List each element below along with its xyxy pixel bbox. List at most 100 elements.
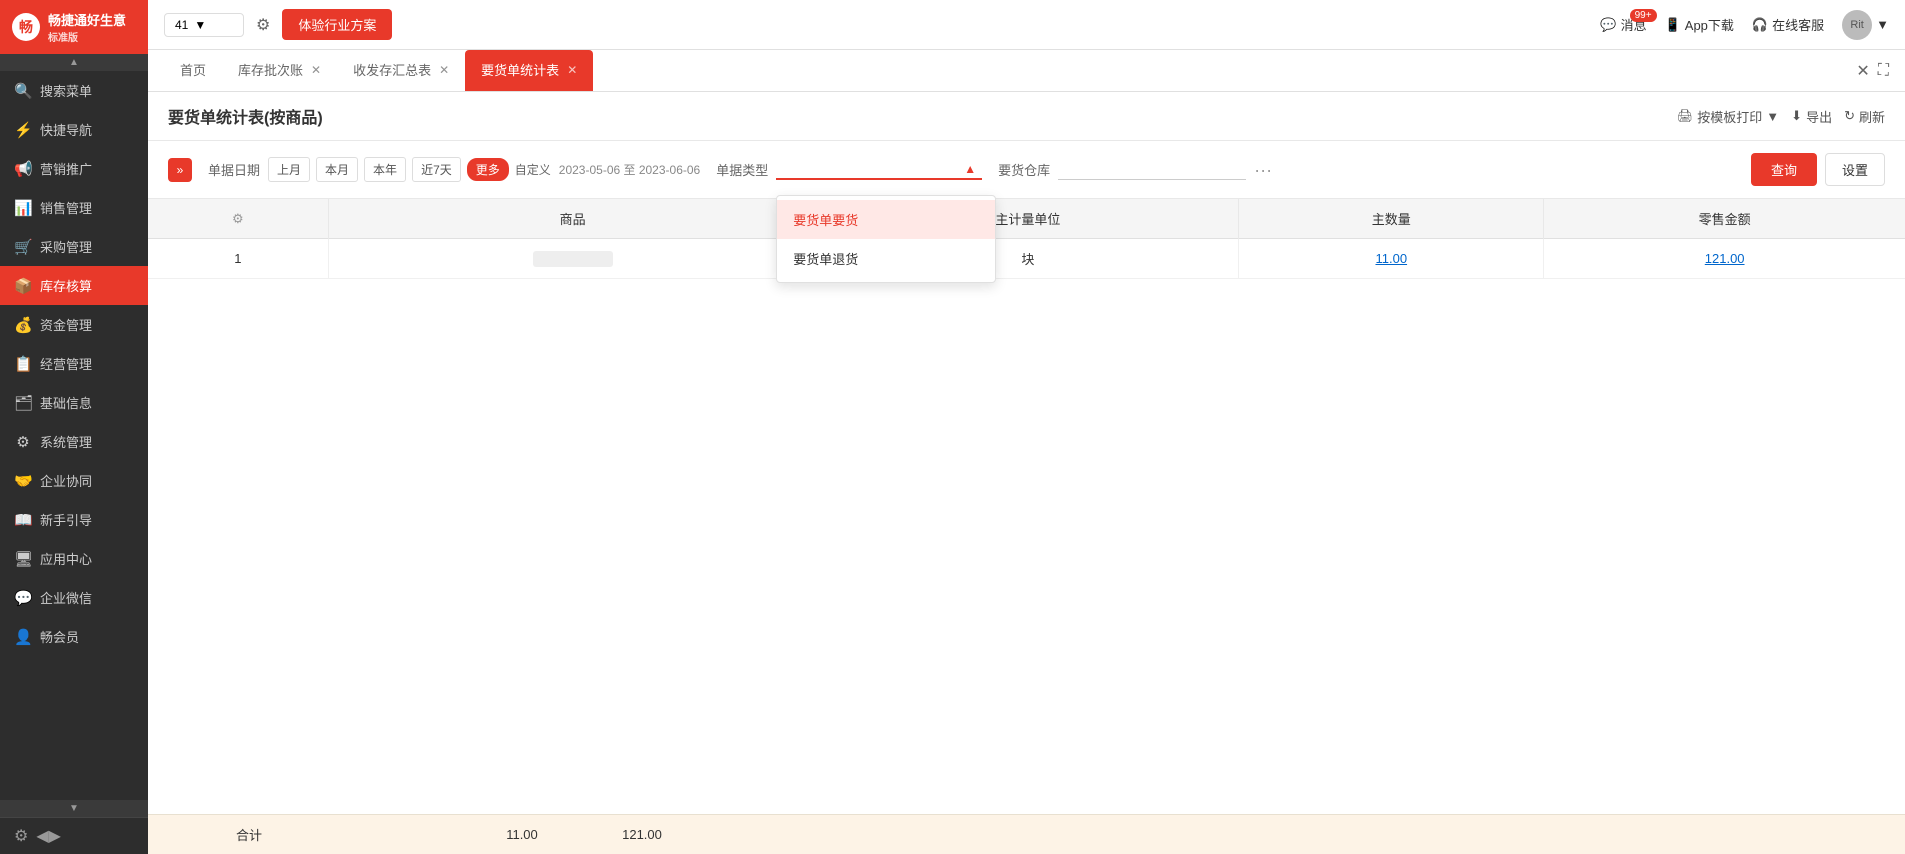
page-header: 要货单统计表(按商品) 🖨 按模板打印 ▼ ⬇ 导出 ↻ 刷新 xyxy=(148,92,1905,141)
sidebar-item-marketing[interactable]: 📢 营销推广 xyxy=(0,149,148,188)
tab-inventory-batch-label: 库存批次账 xyxy=(238,60,303,79)
date-last7-button[interactable]: 近7天 xyxy=(412,157,461,182)
tab-receive-summary-close-icon[interactable]: ✕ xyxy=(439,63,449,77)
col-settings: ⚙ xyxy=(148,199,328,239)
company-name: 41 xyxy=(175,18,188,32)
tab-order-stats-close-icon[interactable]: ✕ xyxy=(567,63,577,77)
table-settings-icon[interactable]: ⚙ xyxy=(232,211,244,226)
type-select-arrow-icon[interactable]: ▲ xyxy=(964,162,976,176)
type-select-wrap[interactable]: ▲ xyxy=(776,159,982,180)
sidebar-item-label: 基础信息 xyxy=(40,393,92,412)
settings-bottom-icon[interactable]: ⚙ xyxy=(14,826,28,846)
sidebar-item-operation[interactable]: 📋 经营管理 xyxy=(0,344,148,383)
date-prev-month-button[interactable]: 上月 xyxy=(268,157,310,182)
export-button[interactable]: ⬇ 导出 xyxy=(1791,107,1832,126)
content-area: 要货单统计表(按商品) 🖨 按模板打印 ▼ ⬇ 导出 ↻ 刷新 xyxy=(148,92,1905,854)
sidebar-item-guide[interactable]: 📖 新手引导 xyxy=(0,500,148,539)
query-button[interactable]: 查询 xyxy=(1751,153,1817,186)
topbar-settings-icon[interactable]: ⚙ xyxy=(256,15,270,35)
setup-button[interactable]: 设置 xyxy=(1825,153,1885,186)
tabs-bar: 首页 库存批次账 ✕ 收发存汇总表 ✕ 要货单统计表 ✕ ✕ ⛶ xyxy=(148,50,1905,92)
refresh-icon: ↻ xyxy=(1844,108,1855,124)
user-avatar-item[interactable]: Rit ▼ xyxy=(1842,10,1889,40)
sidebar-item-label: 采购管理 xyxy=(40,237,92,256)
filter-type-group: 单据类型 ▲ 要货单要货 要货单退货 xyxy=(716,159,982,180)
date-buttons: 上月 本月 本年 近7天 更多 自定义 xyxy=(268,157,551,182)
print-button[interactable]: 🖨 按模板打印 ▼ xyxy=(1677,107,1779,126)
sidebar-item-label: 搜索菜单 xyxy=(40,81,92,100)
company-selector[interactable]: 41 ▼ xyxy=(164,13,244,37)
refresh-button[interactable]: ↻ 刷新 xyxy=(1844,107,1885,126)
tab-order-stats-label: 要货单统计表 xyxy=(481,60,559,79)
sidebar-item-system[interactable]: ⚙ 系统管理 xyxy=(0,422,148,461)
sidebar-item-wechat[interactable]: 💬 企业微信 xyxy=(0,578,148,617)
sidebar-item-label: 库存核算 xyxy=(40,276,92,295)
sidebar-item-appstore[interactable]: 🖥 应用中心 xyxy=(0,539,148,578)
dropdown-item-order[interactable]: 要货单要货 xyxy=(777,200,995,239)
wechat-icon: 💬 xyxy=(14,589,32,607)
date-custom-button[interactable]: 自定义 xyxy=(515,161,551,178)
warehouse-filter-label: 要货仓库 xyxy=(998,160,1050,179)
sidebar-item-label: 企业协同 xyxy=(40,471,92,490)
close-all-tabs-icon[interactable]: ✕ xyxy=(1856,61,1869,81)
sidebar-scroll-up[interactable]: ▲ xyxy=(0,54,148,71)
sidebar-item-finance[interactable]: 💰 资金管理 xyxy=(0,305,148,344)
cell-amount[interactable]: 121.00 xyxy=(1544,239,1905,279)
notification-item[interactable]: 💬 消息 99+ xyxy=(1600,15,1646,34)
page-title: 要货单统计表(按商品) xyxy=(168,104,323,128)
inventory-icon: 📦 xyxy=(14,277,32,295)
sidebar-item-basic[interactable]: 🗂 基础信息 xyxy=(0,383,148,422)
tab-receive-summary[interactable]: 收发存汇总表 ✕ xyxy=(337,50,465,91)
marketing-icon: 📢 xyxy=(14,160,32,178)
sidebar-item-sales[interactable]: 📊 销售管理 xyxy=(0,188,148,227)
avatar: Rit xyxy=(1842,10,1872,40)
tab-home[interactable]: 首页 xyxy=(164,50,222,91)
table-header-row: ⚙ 商品 主计量单位 主数量 零售金额 xyxy=(148,199,1905,239)
dropdown-item-return[interactable]: 要货单退货 xyxy=(777,239,995,278)
export-icon: ⬇ xyxy=(1791,108,1802,124)
sidebar-item-inventory[interactable]: 📦 库存核算 xyxy=(0,266,148,305)
sidebar-item-purchase[interactable]: 🛒 采购管理 xyxy=(0,227,148,266)
sidebar-item-label: 企业微信 xyxy=(40,588,92,607)
goods-blurred-value xyxy=(533,251,613,267)
tab-inventory-batch[interactable]: 库存批次账 ✕ xyxy=(222,50,337,91)
sidebar-item-search[interactable]: 🔍 搜索菜单 xyxy=(0,71,148,110)
sidebar: 畅 畅捷通好生意 标准版 ▲ 🔍 搜索菜单 ⚡ 快捷导航 📢 营销推广 📊 销售… xyxy=(0,0,148,854)
print-icon: 🖨 xyxy=(1677,108,1694,124)
sidebar-item-label: 畅会员 xyxy=(40,627,79,646)
print-label: 按模板打印 xyxy=(1697,107,1762,126)
more-filters-icon[interactable]: ··· xyxy=(1254,161,1272,179)
footer-quantity: 11.00 xyxy=(462,827,582,842)
warehouse-select-input[interactable] xyxy=(1064,162,1240,177)
tab-inventory-batch-close-icon[interactable]: ✕ xyxy=(311,63,321,77)
page-actions: 🖨 按模板打印 ▼ ⬇ 导出 ↻ 刷新 xyxy=(1677,107,1885,126)
cell-quantity[interactable]: 11.00 xyxy=(1239,239,1544,279)
finance-icon: 💰 xyxy=(14,316,32,334)
tab-order-stats[interactable]: 要货单统计表 ✕ xyxy=(465,50,593,91)
topbar-right: 💬 消息 99+ 📱 App下载 🎧 在线客服 Rit ▼ xyxy=(1600,10,1889,40)
warehouse-select-wrap[interactable] xyxy=(1058,160,1246,180)
customer-service-item[interactable]: 🎧 在线客服 xyxy=(1752,15,1824,34)
date-range-text: 2023-05-06 至 2023-06-06 xyxy=(559,161,700,178)
filter-expand-button[interactable]: » xyxy=(168,158,192,182)
maximize-icon[interactable]: ⛶ xyxy=(1878,62,1889,80)
filter-date-group: 单据日期 上月 本月 本年 近7天 更多 自定义 2023-05-06 至 20… xyxy=(208,157,700,182)
sidebar-bottom: ⚙ ◀▶ xyxy=(0,817,148,854)
sidebar-item-label: 资金管理 xyxy=(40,315,92,334)
trial-button[interactable]: 体验行业方案 xyxy=(282,9,392,40)
sidebar-item-member[interactable]: 👤 畅会员 xyxy=(0,617,148,656)
date-this-year-button[interactable]: 本年 xyxy=(364,157,406,182)
date-this-month-button[interactable]: 本月 xyxy=(316,157,358,182)
sidebar-item-quicknav[interactable]: ⚡ 快捷导航 xyxy=(0,110,148,149)
date-more-badge[interactable]: 更多 xyxy=(467,158,509,181)
phone-icon: 📱 xyxy=(1665,17,1681,33)
app-download-item[interactable]: 📱 App下载 xyxy=(1665,15,1734,34)
sidebar-item-enterprise[interactable]: 🤝 企业协同 xyxy=(0,461,148,500)
sidebar-item-label: 营销推广 xyxy=(40,159,92,178)
type-select-input[interactable] xyxy=(782,161,958,176)
collapse-icon[interactable]: ◀▶ xyxy=(36,826,61,846)
sidebar-nav: 🔍 搜索菜单 ⚡ 快捷导航 📢 营销推广 📊 销售管理 🛒 采购管理 📦 库存核… xyxy=(0,71,148,800)
system-icon: ⚙ xyxy=(14,433,32,451)
sidebar-scroll-down[interactable]: ▼ xyxy=(0,800,148,817)
main-area: 41 ▼ ⚙ 体验行业方案 💬 消息 99+ 📱 App下载 🎧 在线客服 Ri… xyxy=(148,0,1905,854)
